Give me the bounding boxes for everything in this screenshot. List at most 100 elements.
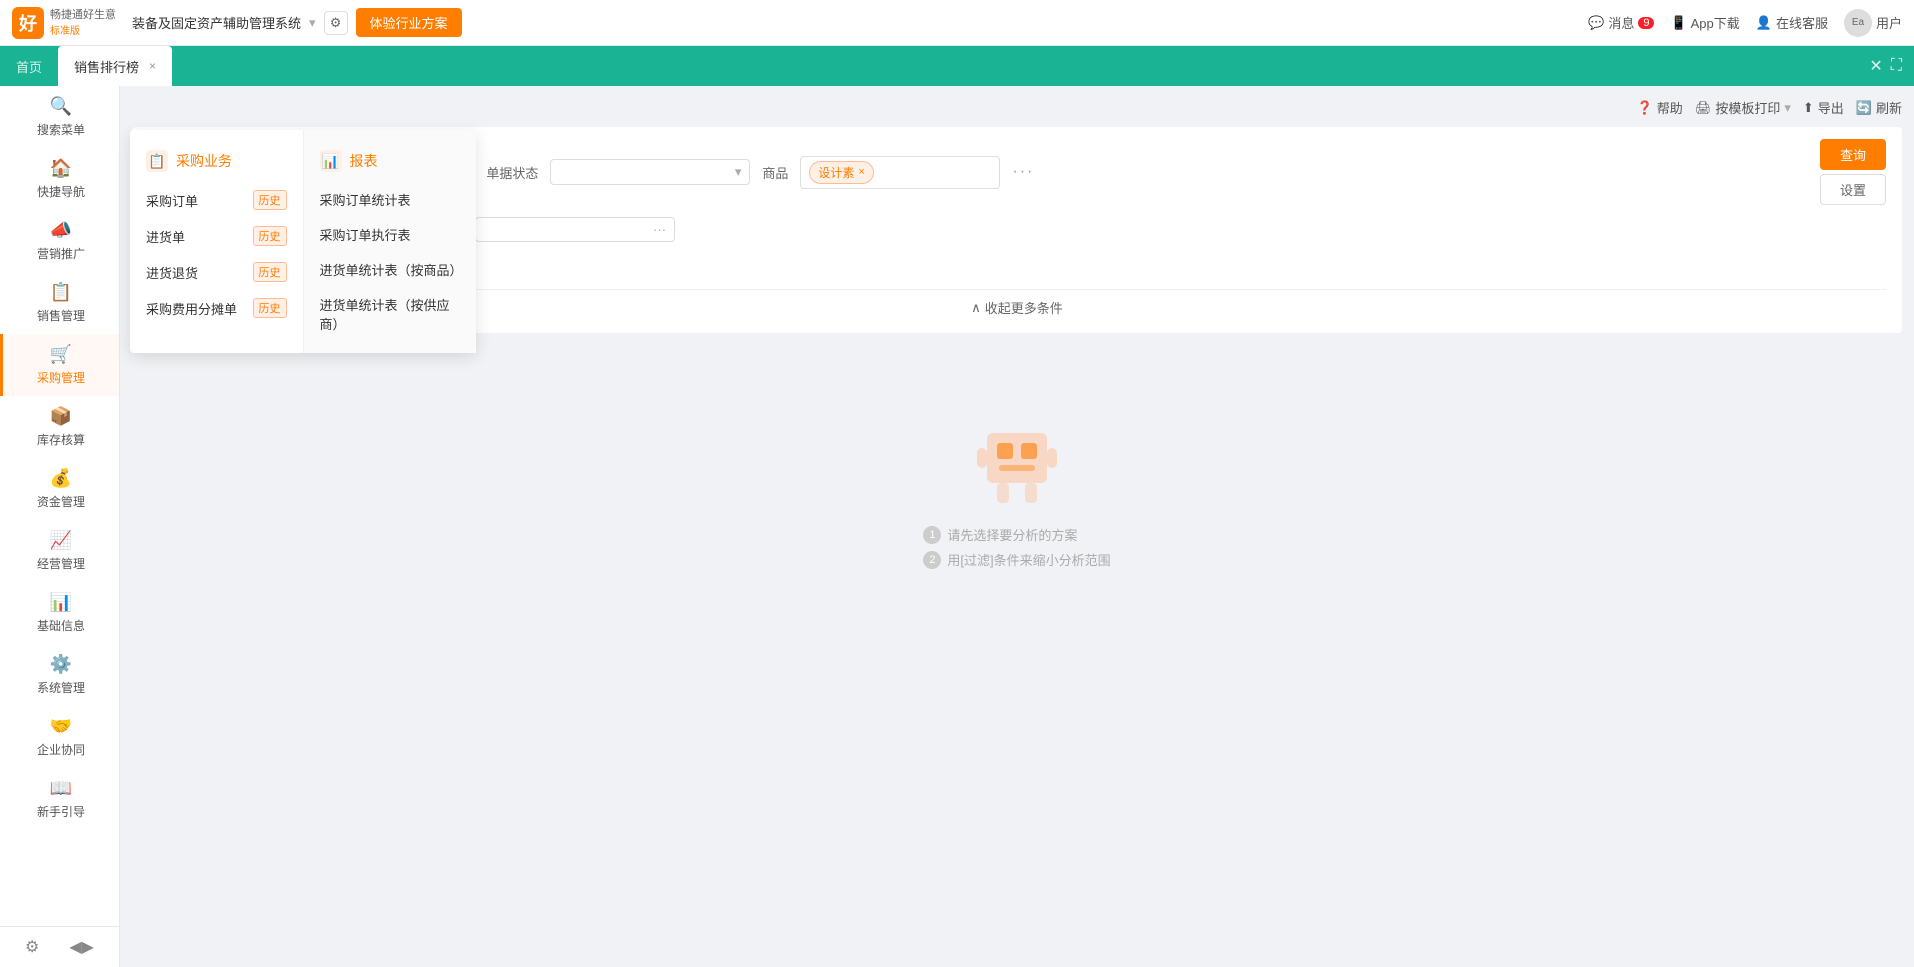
sidebar-item-guide[interactable]: 📖 新手引导 xyxy=(0,768,119,830)
dropdown-item-report-1[interactable]: 采购订单统计表 xyxy=(304,182,477,217)
basic-icon: 📊 xyxy=(50,592,72,613)
sidebar-item-purchase[interactable]: 🛒 采购管理 xyxy=(0,334,119,396)
purchase-header-label: 采购业务 xyxy=(176,151,232,171)
sidebar-item-cooperation[interactable]: 🤝 企业协同 xyxy=(0,706,119,768)
phone-icon: 📱 xyxy=(1670,15,1686,31)
tab-home[interactable]: 首页 xyxy=(0,46,58,86)
sidebar-item-nav[interactable]: 🏠 快捷导航 xyxy=(0,148,119,210)
sidebar-item-system[interactable]: ⚙️ 系统管理 xyxy=(0,644,119,706)
topbar: 好 畅捷通好生意 标准版 装备及固定资产辅助管理系统 ▾ ⚙ 体验行业方案 💬 … xyxy=(0,0,1914,46)
help-icon: ❓ xyxy=(1637,100,1653,116)
empty-illustration xyxy=(957,413,1077,513)
goods-more-btn[interactable]: ··· xyxy=(1012,163,1034,181)
query-settings-group: 查询 设置 xyxy=(1820,139,1886,205)
sidebar-bottom: ⚙ ◀▶ xyxy=(0,926,119,967)
sidebar-item-search-label: 搜索菜单 xyxy=(37,121,85,138)
dropdown-item-inbound-label: 进货单 xyxy=(146,227,185,246)
refresh-btn[interactable]: 🔄 刷新 xyxy=(1856,98,1902,117)
status-select[interactable]: ▾ xyxy=(550,159,750,185)
status-label: 单据状态 xyxy=(486,163,538,182)
online-service-btn[interactable]: 👤 在线客服 xyxy=(1756,13,1828,32)
sidebar-item-finance[interactable]: 💰 资金管理 xyxy=(0,458,119,520)
tab-close-window-icon[interactable]: ✕ xyxy=(1869,56,1882,76)
tab-sales-rank[interactable]: 销售排行榜 × xyxy=(58,46,172,86)
tab-close-icon[interactable]: × xyxy=(149,59,156,73)
empty-state: 1 请先选择要分析的方案 2 用[过滤]条件来缩小分析范围 xyxy=(132,333,1902,649)
logo-icon: 好 xyxy=(12,7,44,39)
dropdown-report-header: 📊 报表 xyxy=(304,142,477,182)
system-title-area: 装备及固定资产辅助管理系统 ▾ ⚙ 体验行业方案 xyxy=(132,8,1588,37)
empty-tip-2: 2 用[过滤]条件来缩小分析范围 xyxy=(923,550,1110,569)
staff-select[interactable]: ··· xyxy=(475,217,675,242)
sidebar-item-inventory-label: 库存核算 xyxy=(37,431,85,448)
topbar-right: 💬 消息 9 📱 App下载 👤 在线客服 Ea 用户 xyxy=(1588,9,1902,37)
tab-sales-rank-label: 销售排行榜 xyxy=(74,57,139,76)
logo-area: 好 畅捷通好生意 标准版 xyxy=(12,7,132,39)
collapse-icon: ∧ xyxy=(971,300,981,316)
dropdown-col-purchase: 📋 采购业务 采购订单 历史 进货单 历史 进货退货 历史 采购费用分摊单 历史 xyxy=(130,130,303,353)
search-icon: 🔍 xyxy=(50,96,72,117)
report-header-icon: 📊 xyxy=(320,150,342,172)
refresh-icon: 🔄 xyxy=(1856,100,1872,116)
sidebar-item-search[interactable]: 🔍 搜索菜单 xyxy=(0,86,119,148)
purchase-icon: 🛒 xyxy=(50,344,72,365)
settings-icon[interactable]: ⚙ xyxy=(324,11,348,35)
dropdown-item-report-2-label: 采购订单执行表 xyxy=(320,225,411,244)
sidebar-collapse-icon[interactable]: ◀▶ xyxy=(69,937,94,957)
report-header-label: 报表 xyxy=(350,151,378,171)
goods-input-area[interactable]: 设计素 × xyxy=(800,156,1000,189)
goods-label: 商品 xyxy=(762,163,788,182)
settings-btn[interactable]: 设置 xyxy=(1820,174,1886,205)
history-badge-0: 历史 xyxy=(253,190,287,210)
sidebar-item-inventory[interactable]: 📦 库存核算 xyxy=(0,396,119,458)
service-icon: 👤 xyxy=(1756,15,1772,31)
empty-tip-1: 1 请先选择要分析的方案 xyxy=(923,525,1110,544)
empty-text: 1 请先选择要分析的方案 2 用[过滤]条件来缩小分析范围 xyxy=(923,525,1110,569)
user-btn[interactable]: Ea 用户 xyxy=(1844,9,1902,37)
history-badge-1: 历史 xyxy=(253,226,287,246)
industry-btn[interactable]: 体验行业方案 xyxy=(356,8,462,37)
sidebar-item-sales[interactable]: 📋 销售管理 xyxy=(0,272,119,334)
dropdown-item-expense[interactable]: 采购费用分摊单 历史 xyxy=(130,290,303,326)
sidebar: 🔍 搜索菜单 🏠 快捷导航 📣 营销推广 📋 销售管理 🛒 采购管理 📦 库存核… xyxy=(0,86,120,967)
dropdown-item-purchase-order-label: 采购订单 xyxy=(146,191,198,210)
system-dropdown-icon[interactable]: ▾ xyxy=(309,15,316,31)
print-btn[interactable]: 🖨 按模板打印 ▾ xyxy=(1695,98,1791,117)
system-title: 装备及固定资产辅助管理系统 xyxy=(132,13,301,32)
dropdown-item-return[interactable]: 进货退货 历史 xyxy=(130,254,303,290)
dropdown-item-inbound[interactable]: 进货单 历史 xyxy=(130,218,303,254)
goods-tag-close[interactable]: × xyxy=(858,166,864,178)
sidebar-item-purchase-label: 采购管理 xyxy=(37,369,85,386)
dropdown-item-report-1-label: 采购订单统计表 xyxy=(320,190,411,209)
app-download-btn[interactable]: 📱 App下载 xyxy=(1670,13,1739,32)
sidebar-item-marketing[interactable]: 📣 营销推广 xyxy=(0,210,119,272)
message-btn[interactable]: 💬 消息 9 xyxy=(1588,13,1654,32)
dropdown-item-report-4[interactable]: 进货单统计表（按供应商） xyxy=(304,287,477,341)
print-icon: 🖨 xyxy=(1695,100,1712,116)
export-btn[interactable]: ⬆ 导出 xyxy=(1803,98,1844,117)
home-icon: 🏠 xyxy=(50,158,72,179)
dropdown-menu: 📋 采购业务 采购订单 历史 进货单 历史 进货退货 历史 采购费用分摊单 历史… xyxy=(130,130,476,353)
goods-tag: 设计素 × xyxy=(809,161,873,184)
sidebar-settings-icon[interactable]: ⚙ xyxy=(25,937,39,957)
sidebar-item-basic[interactable]: 📊 基础信息 xyxy=(0,582,119,644)
filter-toolbar: ❓ 帮助 🖨 按模板打印 ▾ ⬆ 导出 🔄 刷新 xyxy=(132,98,1902,117)
sidebar-item-system-label: 系统管理 xyxy=(37,679,85,696)
help-btn[interactable]: ❓ 帮助 xyxy=(1637,98,1683,117)
avatar-text: Ea xyxy=(1852,17,1864,28)
dropdown-item-report-3[interactable]: 进货单统计表（按商品） xyxy=(304,252,477,287)
dropdown-item-report-4-label: 进货单统计表（按供应商） xyxy=(320,295,461,333)
sidebar-item-sales-label: 销售管理 xyxy=(37,307,85,324)
dropdown-item-purchase-order[interactable]: 采购订单 历史 xyxy=(130,182,303,218)
empty-icon xyxy=(957,413,1077,513)
sidebar-item-basic-label: 基础信息 xyxy=(37,617,85,634)
dropdown-item-report-2[interactable]: 采购订单执行表 xyxy=(304,217,477,252)
message-label: 消息 xyxy=(1608,13,1634,32)
tabs-bar-right: ✕ ⛶ xyxy=(1869,56,1914,76)
query-btn[interactable]: 查询 xyxy=(1820,139,1886,170)
purchase-header-icon: 📋 xyxy=(146,150,168,172)
sidebar-item-operation[interactable]: 📈 经营管理 xyxy=(0,520,119,582)
help-label: 帮助 xyxy=(1657,98,1683,117)
tab-maximize-icon[interactable]: ⛶ xyxy=(1891,57,1902,75)
sidebar-item-marketing-label: 营销推广 xyxy=(37,245,85,262)
